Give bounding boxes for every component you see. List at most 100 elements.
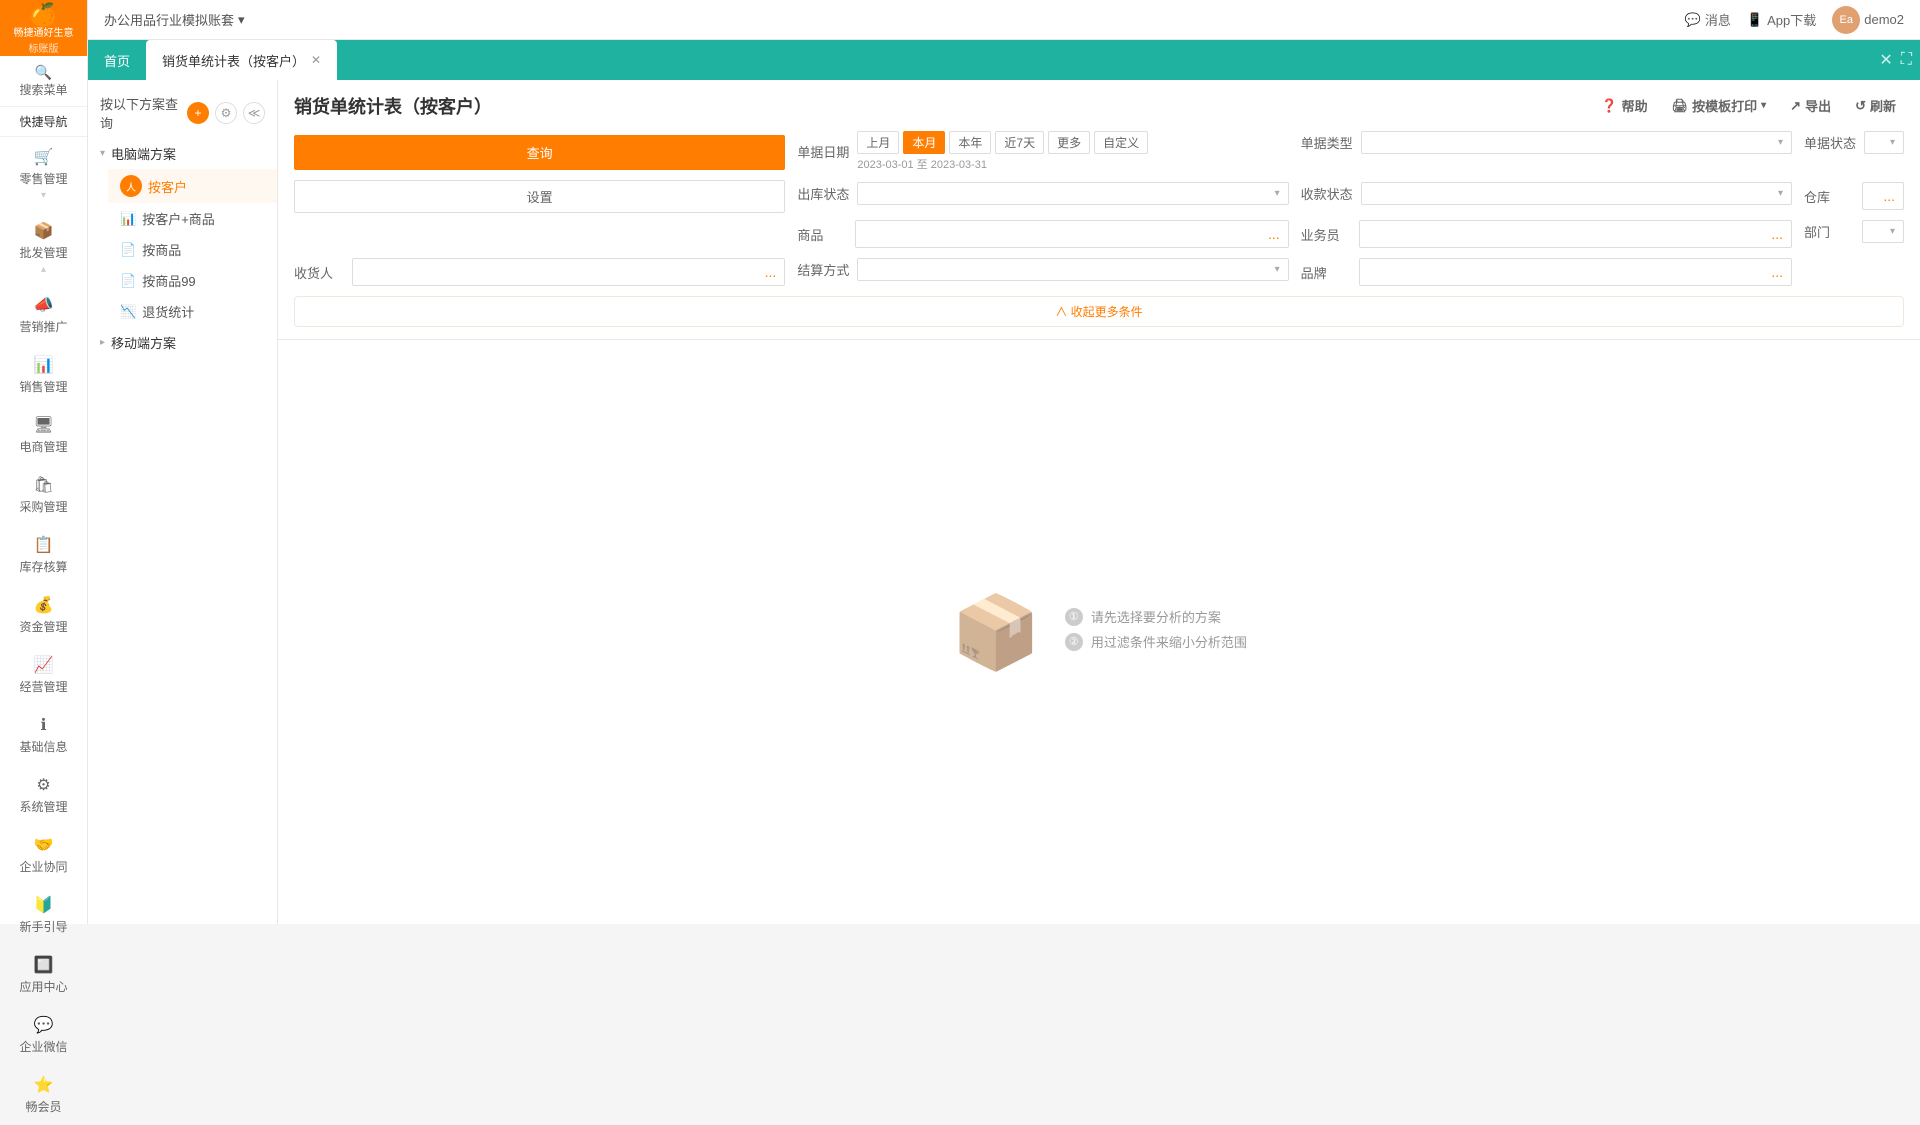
tree-item-by-customer-goods[interactable]: 📊 按客户+商品 xyxy=(108,203,277,234)
sidebar-item-member[interactable]: ⭐ 畅会员 xyxy=(0,1065,87,1125)
goods-control[interactable]: ... xyxy=(855,220,1288,248)
staff-dots-icon[interactable]: ... xyxy=(1771,226,1783,242)
dept-dropdown[interactable]: ▾ xyxy=(1862,220,1904,243)
tree-mobile-section[interactable]: ▸ 移动端方案 xyxy=(88,327,277,358)
date-btn-7days[interactable]: 近7天 xyxy=(995,131,1044,154)
receiver-dots-icon[interactable]: ... xyxy=(765,264,777,280)
tab-maximize-icon[interactable]: ⛶ xyxy=(1901,51,1912,69)
user-profile[interactable]: Ea demo2 xyxy=(1832,6,1904,34)
tree-expand-icon: ▾ xyxy=(100,148,105,159)
active-scheme-icon: 人 xyxy=(120,175,142,197)
collapse-icon: ∧ xyxy=(1055,305,1067,319)
outbound-select: ▾ xyxy=(857,182,1288,205)
settlement-select: ▾ xyxy=(857,258,1288,281)
app-download-btn[interactable]: 📱 App下载 xyxy=(1747,10,1816,29)
sidebar-item-operations[interactable]: 📈 经营管理 xyxy=(0,645,87,705)
content-area: 按以下方案查询 + ⚙ ≪ ▾ 电脑端方案 人 按客户 xyxy=(88,80,1920,924)
outbound-arrow-icon: ▾ xyxy=(1275,188,1280,199)
collapse-bar[interactable]: ∧ 收起更多条件 xyxy=(294,296,1904,327)
page-title-row: 销货单统计表（按客户） ❓ 帮助 🖨 按模板打印 ▾ ↗ xyxy=(294,92,1904,119)
empty-illustration: 📦 xyxy=(951,590,1041,675)
collapse-panel-btn[interactable]: ≪ xyxy=(243,102,265,124)
date-filter-item: 单据日期 上月 本月 本年 近7天 更多 自定义 2023-03-01 至 20… xyxy=(797,131,1288,172)
query-button[interactable]: 查询 xyxy=(294,135,785,170)
date-buttons-group: 上月 本月 本年 近7天 更多 自定义 xyxy=(857,131,1288,154)
sidebar-item-newuser[interactable]: 🔰 新手引导 xyxy=(0,885,87,945)
type-filter-item: 单据类型 ▾ xyxy=(1301,131,1792,154)
tree-item-return-stats[interactable]: 📉 退货统计 xyxy=(108,296,277,327)
payment-dropdown[interactable]: ▾ xyxy=(1361,182,1792,205)
type-dropdown[interactable]: ▾ xyxy=(1361,131,1792,154)
sidebar-item-system[interactable]: ⚙ 系统管理 xyxy=(0,765,87,825)
date-btn-custom[interactable]: 自定义 xyxy=(1094,131,1148,154)
settings-scheme-btn[interactable]: ⚙ xyxy=(215,102,237,124)
sidebar-item-apps[interactable]: 🔲 应用中心 xyxy=(0,945,87,1005)
tab-close-icon[interactable]: ✕ xyxy=(311,53,321,67)
warehouse-control[interactable]: ... xyxy=(1862,182,1904,210)
left-panel: 按以下方案查询 + ⚙ ≪ ▾ 电脑端方案 人 按客户 xyxy=(88,80,278,924)
help-btn[interactable]: ❓ 帮助 xyxy=(1593,92,1655,119)
print-btn[interactable]: 🖨 按模板打印 ▾ xyxy=(1664,92,1775,119)
dept-arrow-icon: ▾ xyxy=(1890,226,1895,237)
tree-item-by-goods-99[interactable]: 📄 按商品99 xyxy=(108,265,277,296)
sidebar-item-inventory[interactable]: 📋 库存核算 xyxy=(0,525,87,585)
retail-icon: 🛒 xyxy=(34,147,54,167)
settlement-arrow-icon: ▾ xyxy=(1275,264,1280,275)
receiver-control[interactable]: ... xyxy=(352,258,785,286)
goods-dots-icon[interactable]: ... xyxy=(1268,226,1280,242)
table99-icon: 📄 xyxy=(120,273,136,289)
date-btn-last-month[interactable]: 上月 xyxy=(857,131,899,154)
refresh-btn[interactable]: ↺ 刷新 xyxy=(1847,92,1904,119)
tab-home[interactable]: 首页 xyxy=(88,40,146,80)
tab-sales-stats[interactable]: 销货单统计表（按客户） ✕ xyxy=(146,40,337,80)
empty-content: 📦 ① 请先选择要分析的方案 ② 用过滤条件来缩小分析范围 xyxy=(951,590,1247,675)
add-scheme-btn[interactable]: + xyxy=(187,102,209,124)
date-btn-this-month[interactable]: 本月 xyxy=(903,131,945,154)
sidebar-item-wechat[interactable]: 💬 企业微信 xyxy=(0,1005,87,1065)
search-menu[interactable]: 🔍 搜索菜单 xyxy=(0,56,87,107)
status-dropdown[interactable]: ▾ xyxy=(1864,131,1904,154)
sidebar-item-marketing[interactable]: 📣 营销推广 xyxy=(0,285,87,345)
sidebar-item-purchase[interactable]: 🛍 采购管理 xyxy=(0,465,87,525)
quick-nav[interactable]: 快捷导航 xyxy=(0,107,87,137)
tree-desktop-section[interactable]: ▾ 电脑端方案 xyxy=(88,138,277,169)
brand-dots-icon[interactable]: ... xyxy=(1771,264,1783,280)
main-area: 办公用品行业模拟账套 ▾ 💬 消息 📱 App下载 Ea demo2 首页 销货… xyxy=(88,0,1920,924)
staff-control[interactable]: ... xyxy=(1359,220,1792,248)
sidebar-item-sales[interactable]: 📊 销售管理 xyxy=(0,345,87,405)
date-btn-more[interactable]: 更多 xyxy=(1048,131,1090,154)
tree: ▾ 电脑端方案 人 按客户 📊 按客户+商品 📄 按商品 xyxy=(88,138,277,358)
apps-icon: 🔲 xyxy=(34,955,54,975)
operations-icon: 📈 xyxy=(34,655,54,675)
staff-filter-item: 业务员 ... xyxy=(1301,220,1792,248)
export-icon: ↗ xyxy=(1790,98,1801,114)
brand-control[interactable]: ... xyxy=(1359,258,1792,286)
tree-mobile-expand-icon: ▸ xyxy=(100,337,105,348)
app-logo: 🍊 畅捷通好生意 标账版 xyxy=(0,0,87,56)
date-btn-this-year[interactable]: 本年 xyxy=(949,131,991,154)
right-panel: 销货单统计表（按客户） ❓ 帮助 🖨 按模板打印 ▾ ↗ xyxy=(278,80,1920,924)
settings-button[interactable]: 设置 xyxy=(294,180,785,213)
warehouse-dots-icon[interactable]: ... xyxy=(1883,188,1895,204)
messages-btn[interactable]: 💬 消息 xyxy=(1685,10,1731,29)
sidebar-item-ecommerce[interactable]: 🖥 电商管理 xyxy=(0,405,87,465)
sidebar-item-basics[interactable]: ℹ 基础信息 xyxy=(0,705,87,765)
industry-selector[interactable]: 办公用品行业模拟账套 ▾ xyxy=(104,10,245,29)
left-panel-header: 按以下方案查询 + ⚙ ≪ xyxy=(88,88,277,138)
sidebar-item-retail[interactable]: 🛒 零售管理 ▾ xyxy=(0,137,87,211)
sidebar-item-finance[interactable]: 💰 资金管理 xyxy=(0,585,87,645)
sidebar: 🍊 畅捷通好生意 标账版 🔍 搜索菜单 快捷导航 🛒 零售管理 ▾ 📦 批发管理… xyxy=(0,0,88,924)
filter-area: 销货单统计表（按客户） ❓ 帮助 🖨 按模板打印 ▾ ↗ xyxy=(278,80,1920,340)
tree-item-by-goods[interactable]: 📄 按商品 xyxy=(108,234,277,265)
tab-close-all-icon[interactable]: ✕ xyxy=(1879,50,1892,70)
warehouse-input: ... xyxy=(1862,182,1904,210)
settlement-dropdown[interactable]: ▾ xyxy=(857,258,1288,281)
outbound-dropdown[interactable]: ▾ xyxy=(857,182,1288,205)
status-filter-item: 单据状态 ▾ xyxy=(1804,131,1904,154)
tree-item-by-customer[interactable]: 人 按客户 xyxy=(108,169,277,203)
sidebar-item-enterprise[interactable]: 🤝 企业协同 xyxy=(0,825,87,885)
sidebar-item-wholesale[interactable]: 📦 批发管理 ▴ xyxy=(0,211,87,285)
ecommerce-icon: 🖥 xyxy=(33,415,53,435)
empty-hint-1: ① 请先选择要分析的方案 xyxy=(1065,607,1247,626)
export-btn[interactable]: ↗ 导出 xyxy=(1782,92,1839,119)
